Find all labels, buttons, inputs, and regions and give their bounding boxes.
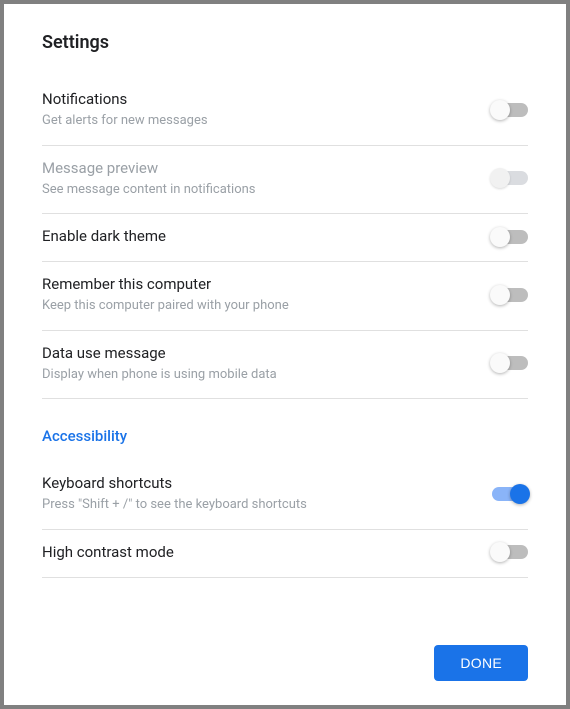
setting-message-preview: Message preview See message content in n… (42, 146, 528, 215)
setting-desc: See message content in notifications (42, 180, 476, 200)
setting-high-contrast: High contrast mode (42, 530, 528, 578)
dialog-footer: DONE (42, 645, 528, 681)
setting-desc: Keep this computer paired with your phon… (42, 296, 476, 316)
toggle-high-contrast[interactable] (492, 545, 528, 559)
setting-label: High contrast mode (42, 542, 476, 563)
setting-text: Enable dark theme (42, 226, 476, 247)
setting-desc: Get alerts for new messages (42, 111, 476, 131)
setting-data-use: Data use message Display when phone is u… (42, 331, 528, 400)
setting-text: Data use message Display when phone is u… (42, 343, 476, 385)
setting-text: Notifications Get alerts for new message… (42, 89, 476, 131)
toggle-dark-theme[interactable] (492, 230, 528, 244)
settings-dialog: Settings Notifications Get alerts for ne… (4, 4, 566, 705)
accessibility-header: Accessibility (42, 427, 528, 445)
setting-desc: Display when phone is using mobile data (42, 365, 476, 385)
setting-text: Keyboard shortcuts Press "Shift + /" to … (42, 473, 476, 515)
setting-label: Remember this computer (42, 274, 476, 295)
setting-label: Keyboard shortcuts (42, 473, 476, 494)
spacer (42, 578, 528, 622)
toggle-data-use[interactable] (492, 356, 528, 370)
dialog-title: Settings (42, 32, 528, 53)
toggle-message-preview (492, 171, 528, 185)
setting-notifications: Notifications Get alerts for new message… (42, 77, 528, 146)
setting-desc: Press "Shift + /" to see the keyboard sh… (42, 495, 476, 515)
setting-text: High contrast mode (42, 542, 476, 563)
toggle-keyboard-shortcuts[interactable] (492, 487, 528, 501)
setting-label: Message preview (42, 158, 476, 179)
toggle-notifications[interactable] (492, 103, 528, 117)
setting-label: Notifications (42, 89, 476, 110)
setting-label: Data use message (42, 343, 476, 364)
setting-text: Message preview See message content in n… (42, 158, 476, 200)
setting-dark-theme: Enable dark theme (42, 214, 528, 262)
done-button[interactable]: DONE (434, 645, 528, 681)
toggle-remember-computer[interactable] (492, 288, 528, 302)
setting-keyboard-shortcuts: Keyboard shortcuts Press "Shift + /" to … (42, 461, 528, 530)
setting-remember-computer: Remember this computer Keep this compute… (42, 262, 528, 331)
setting-label: Enable dark theme (42, 226, 476, 247)
setting-text: Remember this computer Keep this compute… (42, 274, 476, 316)
